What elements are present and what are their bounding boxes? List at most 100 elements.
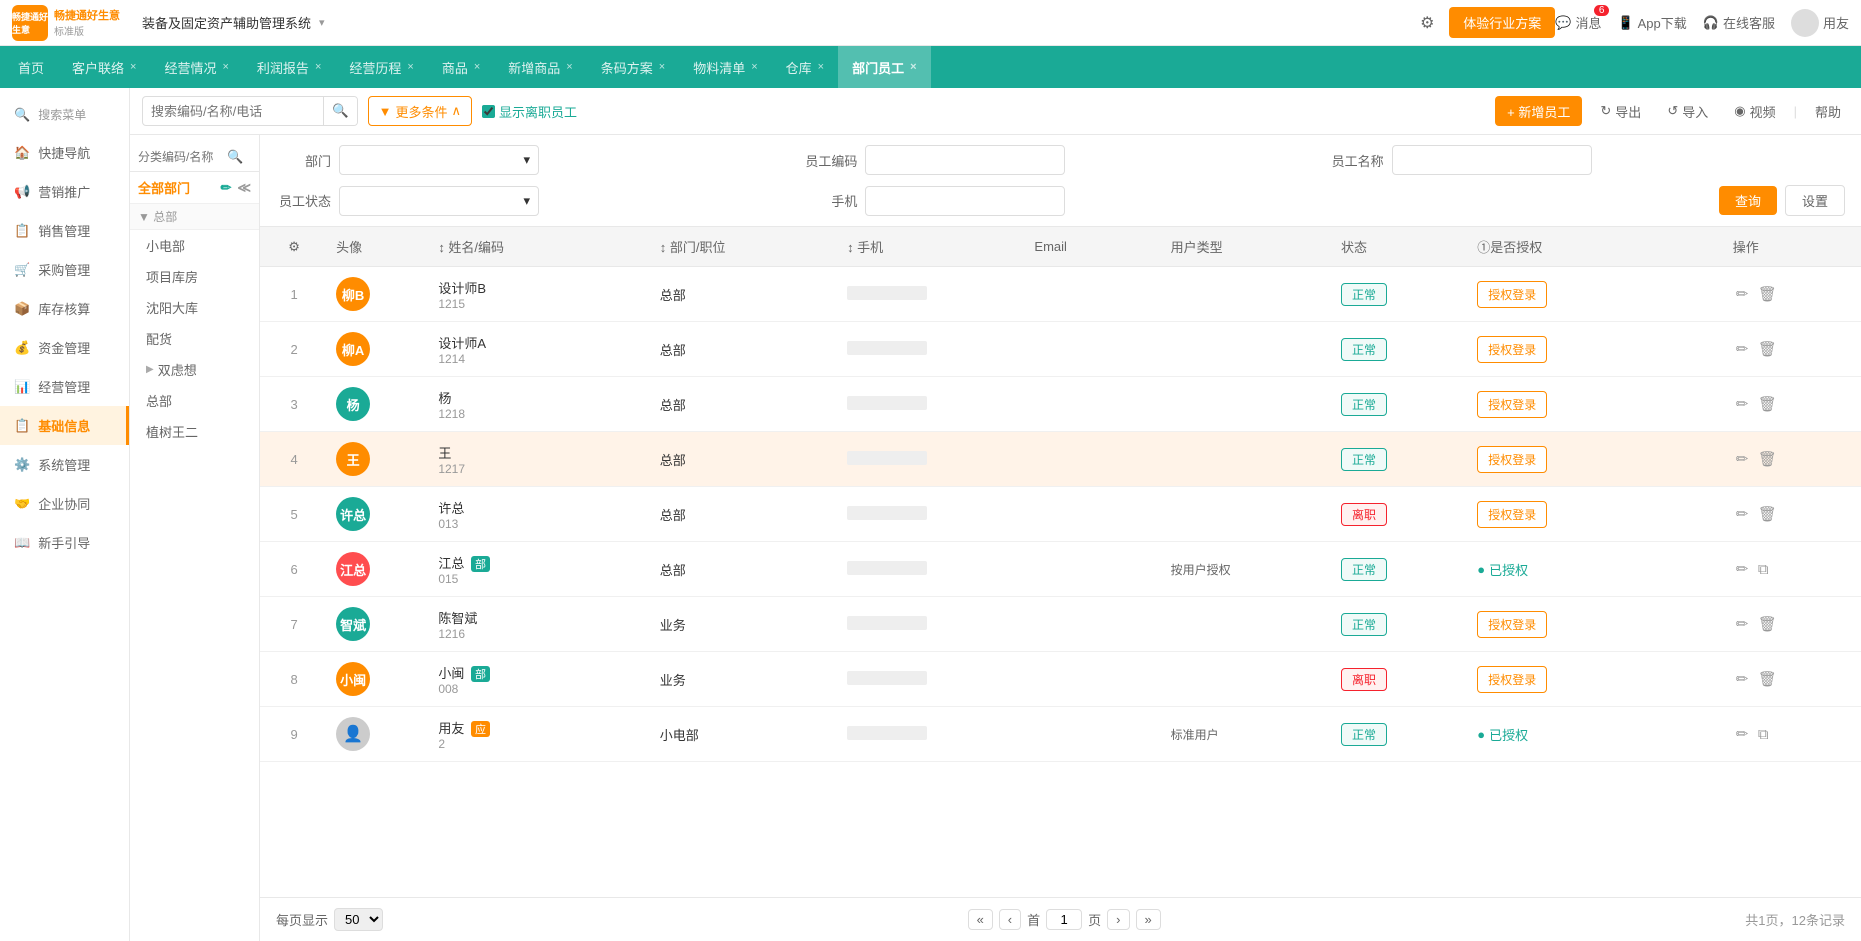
export-button[interactable]: ↻ 导出: [1592, 98, 1649, 125]
sidebar-item-sales[interactable]: 📋 销售管理: [0, 211, 129, 250]
add-employee-button[interactable]: + 新增员工: [1495, 96, 1582, 126]
settings-gear-icon[interactable]: ⚙: [1413, 9, 1441, 37]
delete-icon-4[interactable]: 🗑: [1758, 451, 1777, 468]
sidebar-search[interactable]: 🔍 搜索菜单: [0, 96, 129, 133]
trial-button[interactable]: 体验行业方案: [1449, 7, 1555, 38]
edit-icon-2[interactable]: ✏: [1736, 341, 1749, 358]
tab-home[interactable]: 首页: [4, 46, 58, 88]
dept-item-zhishu[interactable]: 植树王二: [130, 416, 259, 447]
dept-item-project[interactable]: 项目库房: [130, 261, 259, 292]
tab-barcode[interactable]: 条码方案 ×: [587, 46, 679, 88]
more-filter-button[interactable]: ▼ 更多条件 ∧: [368, 96, 472, 126]
copy-icon-6[interactable]: ⧉: [1758, 561, 1769, 578]
edit-icon-4[interactable]: ✏: [1736, 451, 1749, 468]
page-size-select[interactable]: 50: [334, 908, 383, 931]
delete-icon-8[interactable]: 🗑: [1758, 671, 1777, 688]
system-dropdown-arrow[interactable]: ▾: [319, 16, 325, 29]
auth-button-2[interactable]: 授权登录: [1477, 336, 1547, 363]
tab-barcode-close[interactable]: ×: [659, 61, 665, 73]
edit-icon-1[interactable]: ✏: [1736, 286, 1749, 303]
messages-button[interactable]: 💬 消息 6: [1555, 13, 1601, 32]
filter-empname-input[interactable]: [1392, 145, 1592, 175]
sidebar-item-guide[interactable]: 📖 新手引导: [0, 523, 129, 562]
filter-phone-input[interactable]: [865, 186, 1065, 216]
th-name[interactable]: ↕ 姓名/编码: [430, 227, 651, 267]
page-number-input[interactable]: [1046, 909, 1082, 930]
sidebar-item-inventory[interactable]: 📦 库存核算: [0, 289, 129, 328]
next-page-button[interactable]: ›: [1107, 909, 1129, 930]
dept-search-input[interactable]: [138, 150, 223, 164]
auth-button-4[interactable]: 授权登录: [1477, 446, 1547, 473]
tab-profit[interactable]: 利润报告 ×: [243, 46, 335, 88]
tab-dept-staff[interactable]: 部门员工 ×: [838, 46, 930, 88]
filter-dept-select[interactable]: ▾: [339, 145, 539, 175]
sidebar-item-quicknav[interactable]: 🏠 快捷导航: [0, 133, 129, 172]
auth-button-7[interactable]: 授权登录: [1477, 611, 1547, 638]
th-phone[interactable]: ↕ 手机: [839, 227, 1026, 267]
tab-business-close[interactable]: ×: [222, 61, 228, 73]
last-page-button[interactable]: »: [1136, 909, 1161, 930]
tab-goods[interactable]: 商品 ×: [428, 46, 494, 88]
tab-new-goods-close[interactable]: ×: [566, 61, 572, 73]
delete-icon-2[interactable]: 🗑: [1758, 341, 1777, 358]
tab-business[interactable]: 经营情况 ×: [150, 46, 242, 88]
query-button[interactable]: 查询: [1719, 186, 1777, 215]
set-button[interactable]: 设置: [1785, 185, 1845, 216]
search-button[interactable]: 🔍: [323, 96, 357, 126]
app-download-button[interactable]: 📱 App下载: [1617, 13, 1686, 32]
edit-icon-9[interactable]: ✏: [1736, 726, 1749, 743]
sidebar-item-system[interactable]: ⚙️ 系统管理: [0, 445, 129, 484]
online-service-button[interactable]: 🎧 在线客服: [1703, 13, 1775, 32]
copy-icon-9[interactable]: ⧉: [1758, 726, 1769, 743]
auth-button-5[interactable]: 授权登录: [1477, 501, 1547, 528]
view-button[interactable]: ◉ 视频: [1726, 98, 1783, 125]
first-page-button[interactable]: «: [968, 909, 993, 930]
show-resigned-input[interactable]: [482, 105, 495, 118]
tab-goods-close[interactable]: ×: [474, 61, 480, 73]
dept-item-xiaodianbu[interactable]: 小电部: [130, 230, 259, 261]
sidebar-item-basic[interactable]: 📋 基础信息: [0, 406, 129, 445]
filter-status-select[interactable]: ▾: [339, 186, 539, 216]
dept-item-shenyang[interactable]: 沈阳大库: [130, 292, 259, 323]
dept-item-peihuo[interactable]: 配货: [130, 323, 259, 354]
tab-warehouse[interactable]: 仓库 ×: [772, 46, 838, 88]
dept-search-icon[interactable]: 🔍: [227, 149, 243, 165]
tab-warehouse-close[interactable]: ×: [818, 61, 824, 73]
import-button[interactable]: ↺ 导入: [1659, 98, 1716, 125]
delete-icon-3[interactable]: 🗑: [1758, 396, 1777, 413]
edit-icon-8[interactable]: ✏: [1736, 671, 1749, 688]
search-input[interactable]: [143, 104, 323, 119]
tab-profit-close[interactable]: ×: [315, 61, 321, 73]
sidebar-item-finance[interactable]: 💰 资金管理: [0, 328, 129, 367]
filter-empcode-input[interactable]: [865, 145, 1065, 175]
dept-edit-icon[interactable]: ✏: [220, 180, 231, 196]
dept-collapse-icon[interactable]: ≪: [237, 180, 251, 196]
edit-icon-6[interactable]: ✏: [1736, 561, 1749, 578]
auth-button-1[interactable]: 授权登录: [1477, 281, 1547, 308]
tab-material-close[interactable]: ×: [751, 61, 757, 73]
sidebar-item-purchase[interactable]: 🛒 采购管理: [0, 250, 129, 289]
th-settings[interactable]: ⚙: [260, 227, 328, 267]
tab-material[interactable]: 物料清单 ×: [679, 46, 771, 88]
sidebar-item-collab[interactable]: 🤝 企业协同: [0, 484, 129, 523]
edit-icon-5[interactable]: ✏: [1736, 506, 1749, 523]
tab-dept-staff-close[interactable]: ×: [910, 61, 916, 73]
sidebar-item-marketing[interactable]: 📢 营销推广: [0, 172, 129, 211]
tab-new-goods[interactable]: 新增商品 ×: [494, 46, 586, 88]
th-dept[interactable]: ↕ 部门/职位: [652, 227, 839, 267]
delete-icon-5[interactable]: 🗑: [1758, 506, 1777, 523]
sidebar-item-operation[interactable]: 📊 经营管理: [0, 367, 129, 406]
auth-button-8[interactable]: 授权登录: [1477, 666, 1547, 693]
tab-history[interactable]: 经营历程 ×: [335, 46, 427, 88]
help-button[interactable]: 帮助: [1807, 98, 1849, 125]
prev-page-button[interactable]: ‹: [999, 909, 1021, 930]
edit-icon-7[interactable]: ✏: [1736, 616, 1749, 633]
auth-button-3[interactable]: 授权登录: [1477, 391, 1547, 418]
dept-item-shuanglux[interactable]: ▶ 双虑想: [130, 354, 259, 385]
delete-icon-7[interactable]: 🗑: [1758, 616, 1777, 633]
tab-customer-close[interactable]: ×: [130, 61, 136, 73]
tab-history-close[interactable]: ×: [407, 61, 413, 73]
user-menu[interactable]: 用友: [1791, 9, 1849, 37]
tab-customer[interactable]: 客户联络 ×: [58, 46, 150, 88]
dept-item-zongbu[interactable]: 总部: [130, 385, 259, 416]
